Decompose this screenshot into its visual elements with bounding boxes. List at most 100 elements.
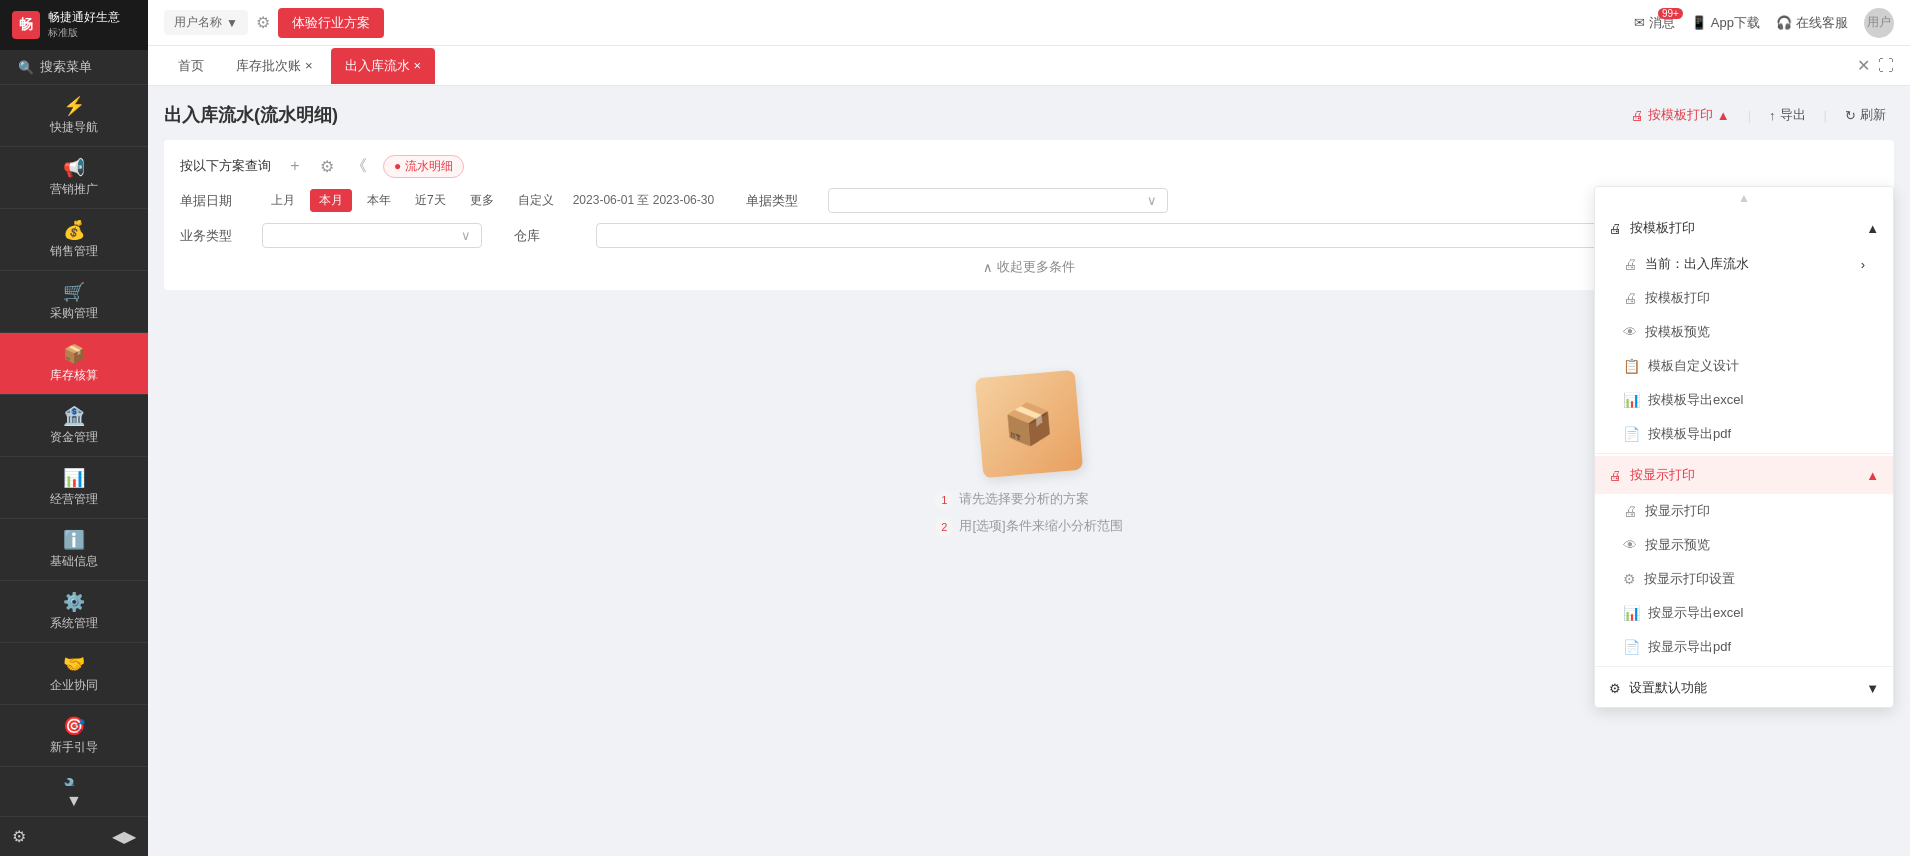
dropdown-display-excel[interactable]: 📊 按显示导出excel	[1595, 596, 1893, 630]
tabs-bar: 首页 库存批次账 × 出入库流水 × ✕ ⛶	[148, 46, 1910, 86]
date-btn-7days[interactable]: 近7天	[406, 189, 455, 212]
nav-label-newbie: 新手引导	[50, 739, 98, 756]
close-inventory-batch-tab[interactable]: ×	[305, 58, 313, 73]
user-area[interactable]: 用户名称 ▼	[164, 10, 248, 35]
date-btn-last-month[interactable]: 上月	[262, 189, 304, 212]
topbar-left: 用户名称 ▼ ⚙ 体验行业方案	[164, 8, 1634, 38]
dropdown-scroll-up[interactable]: ▲	[1595, 187, 1893, 209]
current-template-arrow: ›	[1861, 257, 1865, 272]
filter-scheme-label: 按以下方案查询	[180, 157, 271, 175]
template-pdf-label: 按模板导出pdf	[1648, 425, 1731, 443]
sidebar-item-app-center[interactable]: 🔧 应用中心	[0, 767, 148, 786]
inventory-icon: 📦	[63, 343, 85, 365]
template-print-btn[interactable]: 🖨 按模板打印 ▲	[1623, 102, 1738, 128]
message-btn[interactable]: ✉ 消息 99+	[1634, 14, 1675, 32]
dropdown-display-print[interactable]: 🖨 按显示打印	[1595, 494, 1893, 528]
nav-label-quick-nav: 快捷导航	[50, 119, 98, 136]
trial-btn[interactable]: 体验行业方案	[278, 8, 384, 38]
sidebar-item-basic-info[interactable]: ℹ️ 基础信息	[0, 519, 148, 581]
template-print-item-icon: 🖨	[1623, 290, 1637, 306]
filter-settings-icon: ⚙	[320, 157, 334, 176]
sidebar-item-newbie[interactable]: 🎯 新手引导	[0, 705, 148, 767]
sidebar-item-marketing[interactable]: 📢 营销推广	[0, 147, 148, 209]
filter-add-btn[interactable]: +	[283, 154, 307, 178]
tab-home[interactable]: 首页	[164, 48, 218, 84]
app-download-btn[interactable]: 📱 App下载	[1691, 14, 1760, 32]
display-section-chevron: ▲	[1866, 468, 1879, 483]
sidebar-item-enterprise[interactable]: 🤝 企业协同	[0, 643, 148, 705]
date-btn-more[interactable]: 更多	[461, 189, 503, 212]
sidebar-item-quick-nav[interactable]: ⚡ 快捷导航	[0, 85, 148, 147]
dropdown-display-preview[interactable]: 👁 按显示预览	[1595, 528, 1893, 562]
app-edition: 标准版	[48, 26, 120, 40]
dropdown-display-print-settings[interactable]: ⚙ 按显示打印设置	[1595, 562, 1893, 596]
user-avatar[interactable]: 用户	[1864, 8, 1894, 38]
dropdown-template-pdf[interactable]: 📄 按模板导出pdf	[1595, 417, 1893, 451]
export-btn[interactable]: ↑ 导出	[1761, 102, 1814, 128]
template-pdf-icon: 📄	[1623, 426, 1640, 442]
dropdown-current-template[interactable]: 🖨 当前：出入库流水 ›	[1595, 247, 1893, 281]
sidebar-item-inventory[interactable]: 📦 库存核算	[0, 333, 148, 395]
sidebar-item-finance[interactable]: 🏦 资金管理	[0, 395, 148, 457]
dropdown-template-design[interactable]: 📋 模板自定义设计	[1595, 349, 1893, 383]
date-btn-this-month[interactable]: 本月	[310, 189, 352, 212]
date-range-text: 2023-06-01 至 2023-06-30	[573, 192, 714, 209]
refresh-btn[interactable]: ↻ 刷新	[1837, 102, 1894, 128]
display-print-icon: 🖨	[1623, 503, 1637, 519]
empty-hint-1: 1 请先选择要分析的方案	[935, 490, 1122, 509]
filter-collapse-btn[interactable]: 《	[347, 154, 371, 178]
sidebar-item-purchase[interactable]: 🛒 采购管理	[0, 271, 148, 333]
nav-label-system: 系统管理	[50, 615, 98, 632]
app-center-icon: 🔧	[63, 777, 85, 786]
online-service-btn[interactable]: 🎧 在线客服	[1776, 14, 1848, 32]
dropdown-template-print-header[interactable]: 🖨 按模板打印 ▲	[1595, 209, 1893, 247]
filter-row-top: 按以下方案查询 + ⚙ 《 ● 流水明细	[180, 154, 1878, 178]
tab-warehouse-flow[interactable]: 出入库流水 ×	[331, 48, 436, 84]
dropdown-display-pdf[interactable]: 📄 按显示导出pdf	[1595, 630, 1893, 664]
default-settings-label: 设置默认功能	[1629, 679, 1707, 697]
close-warehouse-flow-tab[interactable]: ×	[414, 58, 422, 73]
type-filter-select[interactable]: ∨	[828, 188, 1168, 213]
filter-tag-dot: ●	[394, 159, 401, 173]
sidebar-item-operations[interactable]: 📊 经营管理	[0, 457, 148, 519]
hint-num-1: 1	[935, 491, 953, 509]
action-divider-2: |	[1824, 108, 1827, 123]
sidebar-item-sales[interactable]: 💰 销售管理	[0, 209, 148, 271]
filter-tag[interactable]: ● 流水明细	[383, 155, 464, 178]
page-header: 出入库流水(流水明细) 🖨 按模板打印 ▲ | ↑ 导出 | ↻	[164, 102, 1894, 128]
dropdown-display-print-header[interactable]: 🖨 按显示打印 ▲	[1595, 456, 1893, 494]
date-btn-custom[interactable]: 自定义	[509, 189, 563, 212]
dropdown-template-excel[interactable]: 📊 按模板导出excel	[1595, 383, 1893, 417]
collapse-sidebar-icon[interactable]: ◀▶	[112, 827, 136, 846]
user-name: 用户名称	[174, 14, 222, 31]
filter-settings-btn[interactable]: ⚙	[315, 154, 339, 178]
sidebar-search[interactable]: 🔍 搜索菜单	[0, 50, 148, 85]
business-filter-select[interactable]: ∨	[262, 223, 482, 248]
tab-inventory-batch[interactable]: 库存批次账 ×	[222, 48, 327, 84]
display-pdf-icon: 📄	[1623, 639, 1640, 655]
quick-nav-icon: ⚡	[63, 95, 85, 117]
display-preview-label: 按显示预览	[1645, 536, 1710, 554]
dropdown-template-preview[interactable]: 👁 按模板预览	[1595, 315, 1893, 349]
sidebar-scroll-down[interactable]: ▼	[0, 786, 148, 816]
close-window-icon[interactable]: ✕	[1857, 56, 1870, 75]
dropdown-default-settings-header[interactable]: ⚙ 设置默认功能 ▼	[1595, 669, 1893, 707]
dropdown-template-print[interactable]: 🖨 按模板打印	[1595, 281, 1893, 315]
collapse-icon: 《	[351, 156, 367, 177]
tab-inventory-batch-label: 库存批次账	[236, 57, 301, 75]
business-filter-label: 业务类型	[180, 227, 250, 245]
scroll-up-icon: ▲	[1738, 191, 1750, 205]
headset-icon: 🎧	[1776, 15, 1792, 30]
settings-bottom-icon[interactable]: ⚙	[12, 827, 26, 846]
export-label: 导出	[1780, 106, 1806, 124]
sidebar-item-system[interactable]: ⚙️ 系统管理	[0, 581, 148, 643]
date-btn-this-year[interactable]: 本年	[358, 189, 400, 212]
enterprise-icon: 🤝	[63, 653, 85, 675]
maximize-window-icon[interactable]: ⛶	[1878, 57, 1894, 75]
template-excel-label: 按模板导出excel	[1648, 391, 1743, 409]
topbar-settings-icon[interactable]: ⚙	[256, 13, 270, 32]
current-template-icon: 🖨	[1623, 256, 1637, 272]
nav-label-enterprise: 企业协同	[50, 677, 98, 694]
tab-warehouse-flow-label: 出入库流水	[345, 57, 410, 75]
app-download-label: App下载	[1711, 14, 1760, 32]
